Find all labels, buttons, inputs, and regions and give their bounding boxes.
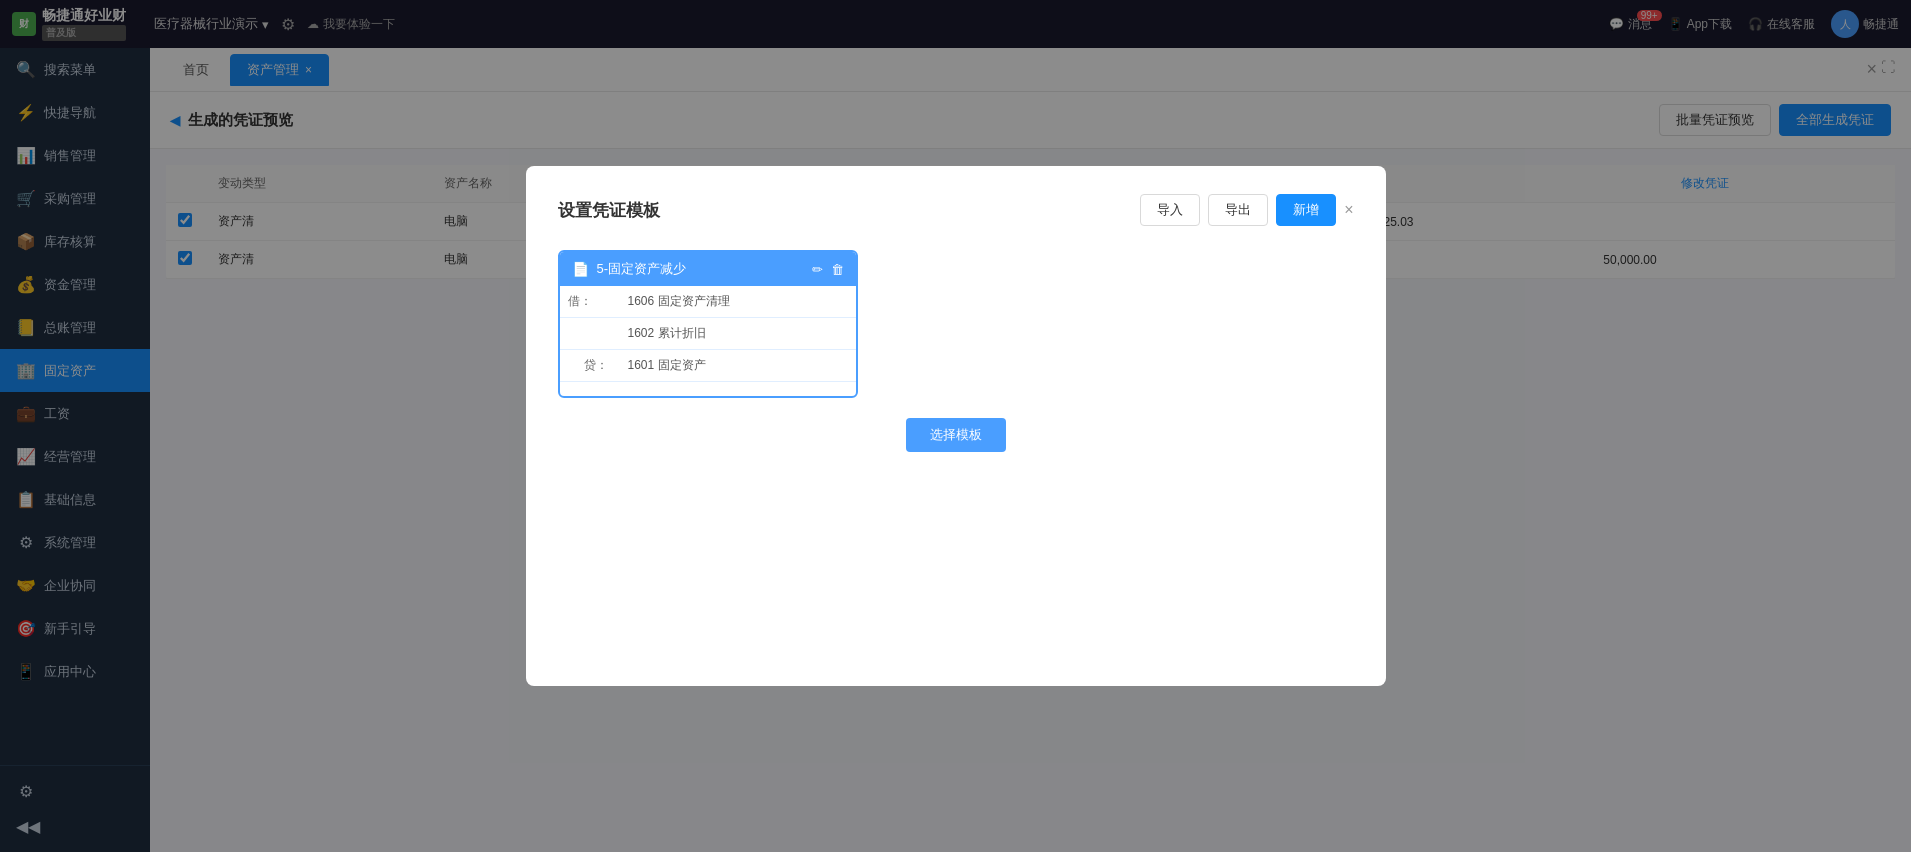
empty-cell bbox=[802, 382, 855, 397]
template-card: 📄 5-固定资产减少 ✏ 🗑 借： 1606 固定资产清理 bbox=[558, 250, 858, 398]
template-card-actions: ✏ 🗑 bbox=[812, 262, 844, 277]
modal-title: 设置凭证模板 bbox=[558, 199, 660, 222]
debit-amount bbox=[749, 318, 802, 350]
modal-toolbar: 导入 导出 新增 bbox=[1140, 194, 1336, 226]
modal-overlay: 设置凭证模板 导入 导出 新增 × 📄 5-固定资产减少 bbox=[0, 0, 1911, 852]
account-code-1606: 1606 固定资产清理 bbox=[618, 286, 750, 318]
template-name: 5-固定资产减少 bbox=[597, 260, 687, 278]
template-row: 1602 累计折旧 bbox=[560, 318, 856, 350]
debit-amount bbox=[749, 286, 802, 318]
credit-amount bbox=[802, 350, 855, 382]
account-code-1602: 1602 累计折旧 bbox=[618, 318, 750, 350]
credit-label: 贷： bbox=[560, 350, 618, 382]
modal-header: 设置凭证模板 导入 导出 新增 × bbox=[558, 194, 1354, 226]
template-row: 贷： 1601 固定资产 bbox=[560, 350, 856, 382]
debit-amount bbox=[749, 350, 802, 382]
template-footer: 选择模板 bbox=[558, 398, 1354, 472]
import-btn[interactable]: 导入 bbox=[1140, 194, 1200, 226]
set-template-modal: 设置凭证模板 导入 导出 新增 × 📄 5-固定资产减少 bbox=[526, 166, 1386, 686]
empty-cell bbox=[560, 382, 618, 397]
template-empty-row bbox=[560, 382, 856, 397]
template-delete-icon[interactable]: 🗑 bbox=[831, 262, 844, 277]
empty-cell bbox=[618, 382, 750, 397]
modal-header-right: 导入 导出 新增 × bbox=[1140, 194, 1353, 226]
template-card-header: 📄 5-固定资产减少 ✏ 🗑 bbox=[560, 252, 856, 286]
credit-amount bbox=[802, 318, 855, 350]
new-btn[interactable]: 新增 bbox=[1276, 194, 1336, 226]
empty-type bbox=[560, 318, 618, 350]
credit-amount bbox=[802, 286, 855, 318]
modal-close-btn[interactable]: × bbox=[1344, 201, 1353, 219]
template-table: 借： 1606 固定资产清理 1602 累计折旧 贷： 1601 固定资产 bbox=[560, 286, 856, 396]
select-template-btn[interactable]: 选择模板 bbox=[906, 418, 1006, 452]
template-card-header-left: 📄 5-固定资产减少 bbox=[572, 260, 687, 278]
modal-body: 📄 5-固定资产减少 ✏ 🗑 借： 1606 固定资产清理 bbox=[558, 250, 1354, 600]
account-code-1601: 1601 固定资产 bbox=[618, 350, 750, 382]
debit-label: 借： bbox=[560, 286, 618, 318]
empty-cell bbox=[749, 382, 802, 397]
template-row: 借： 1606 固定资产清理 bbox=[560, 286, 856, 318]
template-file-icon: 📄 bbox=[572, 261, 589, 277]
template-edit-icon[interactable]: ✏ bbox=[812, 262, 823, 277]
export-btn[interactable]: 导出 bbox=[1208, 194, 1268, 226]
